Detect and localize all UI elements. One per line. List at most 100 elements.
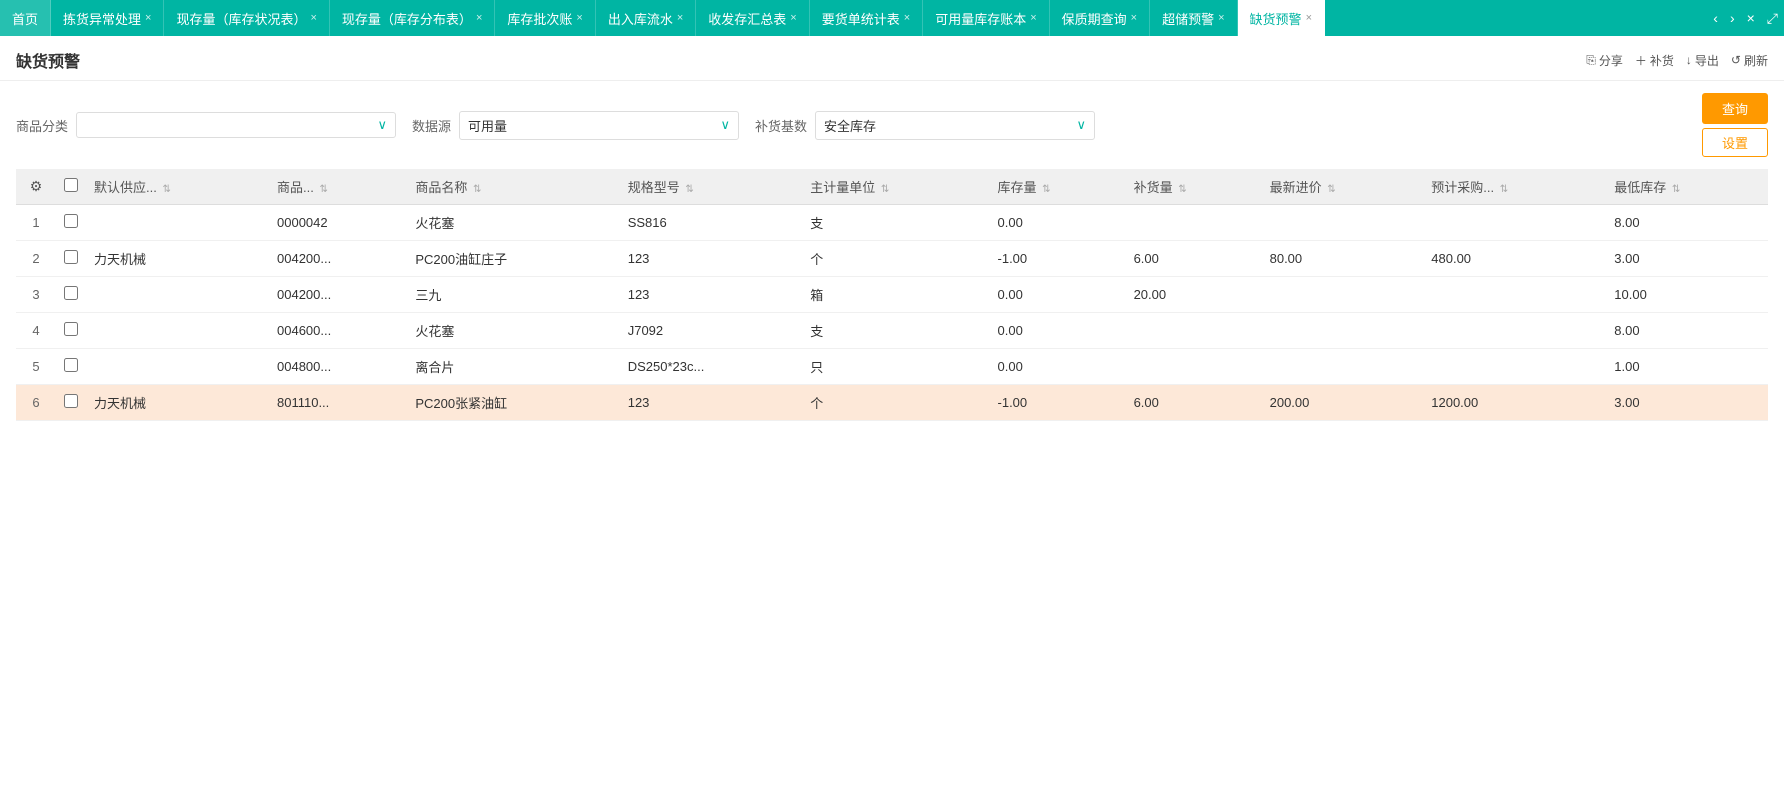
data-table: ⚙ 默认供应... ⇅ 商品... ⇅ 商品名称 ⇅ <box>16 169 1768 421</box>
row-spec: 123 <box>620 241 803 277</box>
tab-inventory-dist-close[interactable]: × <box>476 12 482 24</box>
export-button[interactable]: ↓ 导出 <box>1686 52 1719 69</box>
row-spec: J7092 <box>620 313 803 349</box>
col-est-purchase[interactable]: 预计采购... ⇅ <box>1423 169 1606 205</box>
main-content: 缺货预警 ⎘ 分享 ＋ 补货 ↓ 导出 ↺ 刷新 商品分类 <box>0 36 1784 796</box>
header-actions: ⎘ 分享 ＋ 补货 ↓ 导出 ↺ 刷新 <box>1586 52 1768 69</box>
table-row: 5 004800... 离合片 DS250*23c... 只 0.00 1.00 <box>16 349 1768 385</box>
sort-stock-icon: ⇅ <box>1042 184 1050 195</box>
row-restock-qty <box>1126 205 1262 241</box>
query-button[interactable]: 查询 <box>1702 93 1768 124</box>
tab-inventory-status-close[interactable]: × <box>310 12 316 24</box>
tab-expiry-query-close[interactable]: × <box>1131 12 1137 24</box>
tab-close-all-button[interactable]: × <box>1741 10 1761 26</box>
row-spec: SS816 <box>620 205 803 241</box>
row-checkbox[interactable] <box>64 286 78 300</box>
row-checkbox[interactable] <box>64 250 78 264</box>
tab-next-button[interactable]: › <box>1724 10 1741 26</box>
row-checkbox[interactable] <box>64 358 78 372</box>
tab-batch-account[interactable]: 库存批次账 × <box>495 0 595 36</box>
tab-inventory-dist[interactable]: 现存量（库存分布表） × <box>330 0 495 36</box>
tab-shortage-close[interactable]: × <box>1306 12 1312 24</box>
tab-receipt-summary[interactable]: 收发存汇总表 × <box>696 0 809 36</box>
row-stock: 0.00 <box>990 349 1126 385</box>
row-product-code: 004200... <box>269 241 407 277</box>
restock-base-label: 补货基数 <box>755 116 807 135</box>
restock-base-select[interactable]: 安全库存 ∨ <box>815 111 1095 140</box>
tab-exception-close[interactable]: × <box>145 12 151 24</box>
col-default-supplier[interactable]: 默认供应... ⇅ <box>86 169 269 205</box>
table-row: 2 力天机械 004200... PC200油缸庄子 123 个 -1.00 6… <box>16 241 1768 277</box>
row-checkbox[interactable] <box>64 214 78 228</box>
col-latest-price[interactable]: 最新进价 ⇅ <box>1262 169 1424 205</box>
row-supplier: 力天机械 <box>86 241 269 277</box>
tab-inout-flow-close[interactable]: × <box>677 12 683 24</box>
row-supplier <box>86 277 269 313</box>
row-checkbox-cell <box>56 349 86 385</box>
page-title: 缺货预警 <box>16 48 80 72</box>
restock-button[interactable]: ＋ 补货 <box>1635 52 1674 69</box>
tab-overstock-close[interactable]: × <box>1218 12 1224 24</box>
row-product-code: 801110... <box>269 385 407 421</box>
row-product-code: 0000042 <box>269 205 407 241</box>
tab-overstock[interactable]: 超储预警 × <box>1150 0 1237 36</box>
row-checkbox[interactable] <box>64 322 78 336</box>
tab-home[interactable]: 首页 <box>0 0 51 36</box>
col-spec[interactable]: 规格型号 ⇅ <box>620 169 803 205</box>
row-unit: 箱 <box>802 277 989 313</box>
category-select[interactable]: ∨ <box>76 112 396 138</box>
row-checkbox-cell <box>56 313 86 349</box>
restock-base-filter-group: 补货基数 安全库存 ∨ <box>755 111 1095 140</box>
tab-inventory-status[interactable]: 现存量（库存状况表） × <box>164 0 329 36</box>
datasource-filter-group: 数据源 可用量 ∨ <box>412 111 739 140</box>
row-stock: 0.00 <box>990 313 1126 349</box>
page-header: 缺货预警 ⎘ 分享 ＋ 补货 ↓ 导出 ↺ 刷新 <box>0 36 1784 81</box>
row-spec: DS250*23c... <box>620 349 803 385</box>
col-restock-qty[interactable]: 补货量 ⇅ <box>1126 169 1262 205</box>
tab-available-ledger-close[interactable]: × <box>1030 12 1036 24</box>
row-restock-qty <box>1126 313 1262 349</box>
row-stock: 0.00 <box>990 277 1126 313</box>
tab-exception[interactable]: 拣货异常处理 × <box>51 0 164 36</box>
col-min-stock[interactable]: 最低库存 ⇅ <box>1606 169 1768 205</box>
row-product-name: PC200油缸庄子 <box>407 241 619 277</box>
restock-base-chevron-down-icon: ∨ <box>1077 117 1087 133</box>
row-est-purchase: 480.00 <box>1423 241 1606 277</box>
row-num: 5 <box>16 349 56 385</box>
col-product-name[interactable]: 商品名称 ⇅ <box>407 169 619 205</box>
row-num: 1 <box>16 205 56 241</box>
col-checkbox <box>56 169 86 205</box>
category-filter-group: 商品分类 ∨ <box>16 112 396 138</box>
tab-available-ledger[interactable]: 可用量库存账本 × <box>923 0 1049 36</box>
row-min-stock: 10.00 <box>1606 277 1768 313</box>
col-product-code[interactable]: 商品... ⇅ <box>269 169 407 205</box>
tab-batch-account-close[interactable]: × <box>576 12 582 24</box>
category-label: 商品分类 <box>16 116 68 135</box>
row-product-name: 离合片 <box>407 349 619 385</box>
share-button[interactable]: ⎘ 分享 <box>1586 52 1623 69</box>
row-unit: 个 <box>802 241 989 277</box>
datasource-select[interactable]: 可用量 ∨ <box>459 111 739 140</box>
tab-shortage[interactable]: 缺货预警 × <box>1238 0 1325 36</box>
sort-name-icon: ⇅ <box>473 184 481 195</box>
tab-expiry-query[interactable]: 保质期查询 × <box>1050 0 1150 36</box>
row-latest-price: 200.00 <box>1262 385 1424 421</box>
sort-spec-icon: ⇅ <box>685 184 693 195</box>
tab-demand-stats-close[interactable]: × <box>904 12 910 24</box>
select-all-checkbox[interactable] <box>64 178 78 192</box>
gear-icon[interactable]: ⚙ <box>30 178 43 194</box>
settings-button[interactable]: 设置 <box>1702 128 1768 157</box>
tab-inout-flow[interactable]: 出入库流水 × <box>596 0 696 36</box>
tab-bar: 首页 拣货异常处理 × 现存量（库存状况表） × 现存量（库存分布表） × 库存… <box>0 0 1784 36</box>
refresh-button[interactable]: ↺ 刷新 <box>1731 52 1768 69</box>
tab-receipt-summary-close[interactable]: × <box>790 12 796 24</box>
restock-icon: ＋ <box>1635 52 1647 69</box>
tab-demand-stats[interactable]: 要货单统计表 × <box>810 0 923 36</box>
col-stock[interactable]: 库存量 ⇅ <box>990 169 1126 205</box>
row-est-purchase <box>1423 205 1606 241</box>
row-product-name: 三九 <box>407 277 619 313</box>
tab-expand-button[interactable]: ⤢ <box>1761 10 1784 27</box>
tab-prev-button[interactable]: ‹ <box>1707 10 1724 26</box>
col-unit[interactable]: 主计量单位 ⇅ <box>802 169 989 205</box>
row-checkbox[interactable] <box>64 394 78 408</box>
